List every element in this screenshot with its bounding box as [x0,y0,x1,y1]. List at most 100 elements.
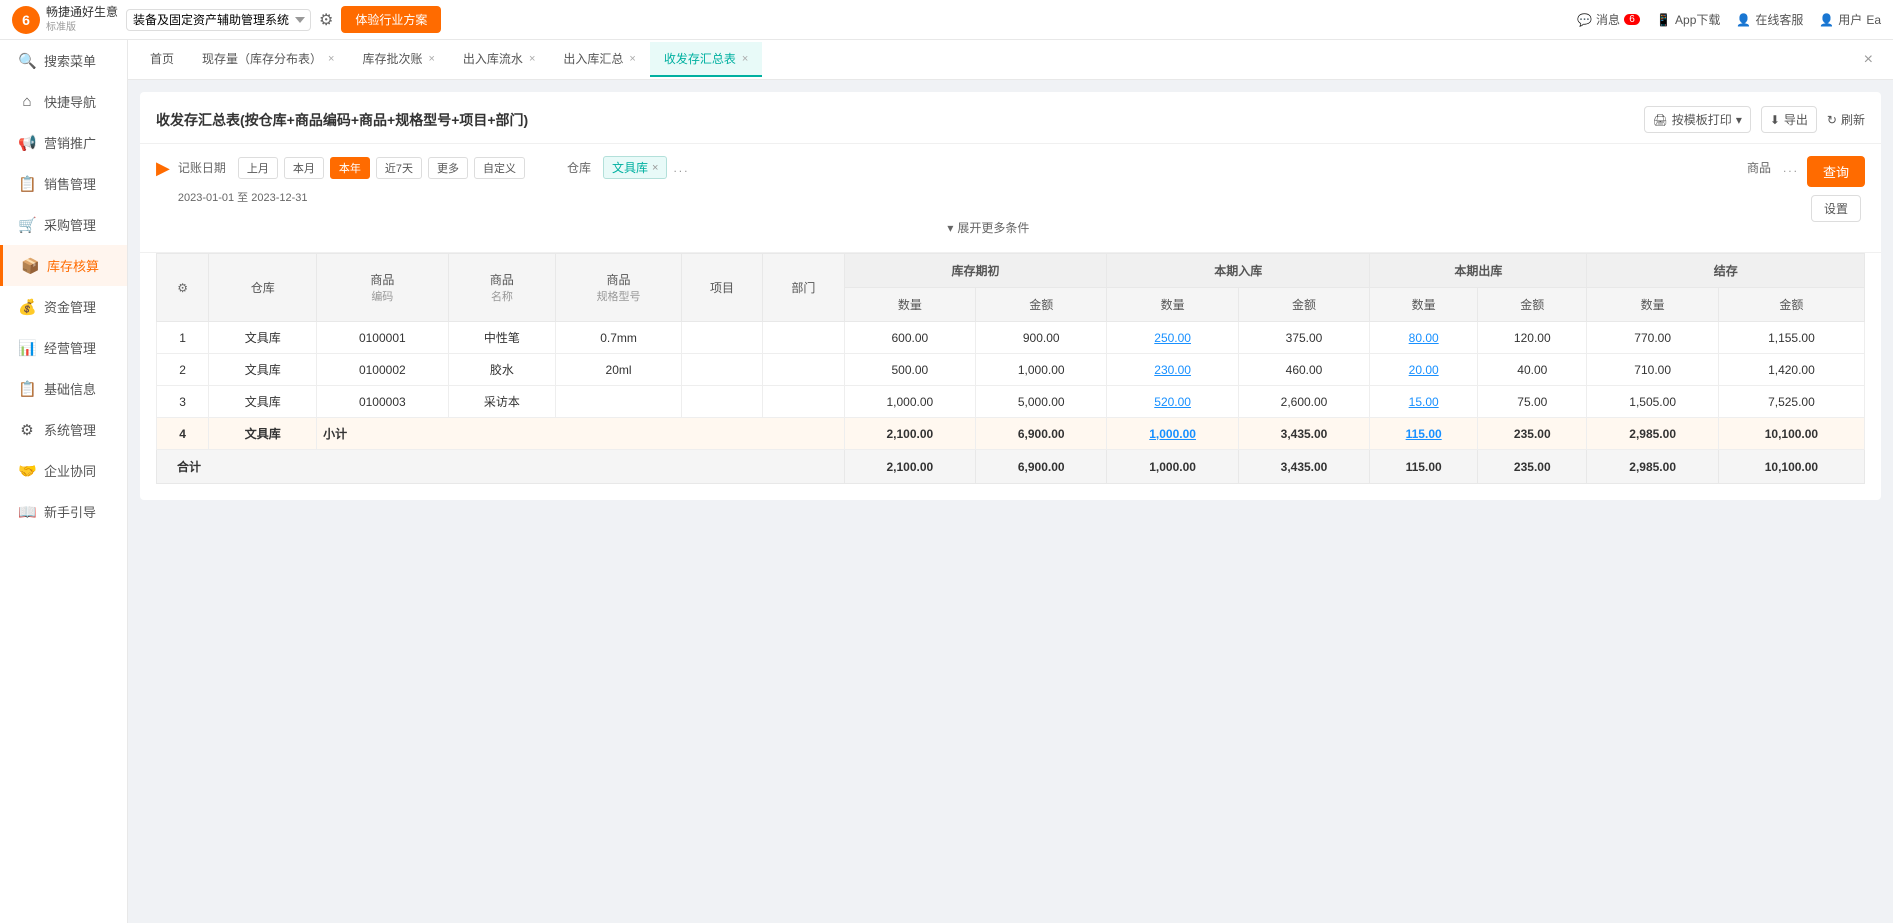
subtotal-out-qty[interactable]: 115.00 [1370,418,1478,450]
export-button[interactable]: ⬇ 导出 [1761,106,1817,133]
date-btn-last-month[interactable]: 上月 [238,157,278,179]
logo-text: 畅捷通好生意 标准版 [46,5,118,34]
filter-row-2: 2023-01-01 至 2023-12-31 [178,187,1799,205]
out-qty-header: 数量 [1370,288,1478,322]
settings-icon[interactable]: ⚙ [319,10,333,30]
date-btn-this-year[interactable]: 本年 [330,157,370,179]
expand-conditions-button[interactable]: ▾ 展开更多条件 [937,215,1039,240]
date-btn-custom[interactable]: 自定义 [474,157,525,179]
tab-close-recv-send-summary[interactable]: × [742,53,748,65]
expand-toggle[interactable]: ▶ [156,158,170,179]
row-goods-code: 0100002 [317,354,448,386]
row-open-qty: 1,000.00 [844,386,975,418]
sidebar-item-operations[interactable]: 📊 经营管理 [0,327,127,368]
sidebar-item-quick-nav[interactable]: ⌂ 快捷导航 [0,81,127,122]
row-goods-code: 0100003 [317,386,448,418]
row-out-qty[interactable]: 80.00 [1370,322,1478,354]
tab-label: 现存量（库存分布表） [202,50,322,67]
tab-home[interactable]: 首页 [136,42,188,77]
warehouse-dots[interactable]: ... [673,161,689,175]
tab-label: 出入库流水 [463,50,523,67]
query-button[interactable]: 查询 [1807,156,1865,187]
col-project: 项目 [681,254,762,322]
col-in-group: 本期入库 [1107,254,1370,288]
tab-home-label: 首页 [150,50,174,67]
sidebar-item-finance[interactable]: 💰 资金管理 [0,286,127,327]
tab-in-out-flow[interactable]: 出入库流水 × [449,42,549,77]
row-out-qty[interactable]: 15.00 [1370,386,1478,418]
close-all-tabs[interactable]: × [1852,51,1885,69]
sidebar-item-sales[interactable]: 📋 销售管理 [0,163,127,204]
row-out-qty[interactable]: 20.00 [1370,354,1478,386]
row-warehouse: 文具库 [209,386,317,418]
goods-dots[interactable]: ... [1783,161,1799,175]
sidebar-item-guide[interactable]: 📖 新手引导 [0,491,127,532]
row-in-qty[interactable]: 250.00 [1107,322,1238,354]
tab-close-batch-ledger[interactable]: × [428,53,434,65]
system-select[interactable]: 装备及固定资产辅助管理系统 [126,9,311,31]
warehouse-tag[interactable]: 文具库 × [603,156,667,179]
set-button[interactable]: 设置 [1811,195,1861,222]
sidebar-item-inventory[interactable]: 📦 库存核算 [0,245,127,286]
message-item[interactable]: 💬 消息 6 [1577,11,1640,28]
sidebar-item-enterprise[interactable]: 🤝 企业协同 [0,450,127,491]
experience-button[interactable]: 体验行业方案 [341,6,441,33]
tab-close-in-out-summary[interactable]: × [629,53,635,65]
chevron-down-icon: ▾ [947,221,953,235]
row-close-amt: 1,155.00 [1718,322,1864,354]
filter-row-1: 记账日期 上月 本月 本年 近7天 更多 自定义 仓库 [178,156,1799,179]
subtotal-close-amt: 10,100.00 [1718,418,1864,450]
sidebar-item-label: 采购管理 [44,215,96,234]
print-button[interactable]: 🖨 按模板打印 ▾ [1644,106,1751,133]
online-service-item[interactable]: 👤 在线客服 [1736,11,1803,28]
warehouse-tag-area: 文具库 × ... [603,156,1715,179]
date-range: 2023-01-01 至 2023-12-31 [178,189,308,205]
phone-icon: 📱 [1656,13,1671,27]
sidebar-item-marketing[interactable]: 📢 营销推广 [0,122,127,163]
user-item[interactable]: 👤 用户 Ea [1819,11,1881,28]
date-btn-7days[interactable]: 近7天 [376,157,422,179]
tab-inventory-dist[interactable]: 现存量（库存分布表） × [188,42,348,77]
in-amt-header: 金额 [1238,288,1369,322]
app-download-item[interactable]: 📱 App下载 [1656,11,1720,28]
date-btn-this-month[interactable]: 本月 [284,157,324,179]
row-in-qty[interactable]: 230.00 [1107,354,1238,386]
subtotal-warehouse: 文具库 [209,418,317,450]
refresh-icon: ↻ [1827,113,1837,127]
sidebar-item-search[interactable]: 🔍 搜索菜单 [0,40,127,81]
tab-in-out-summary[interactable]: 出入库汇总 × [549,42,649,77]
sidebar-item-system[interactable]: ⚙ 系统管理 [0,409,127,450]
row-in-amt: 2,600.00 [1238,386,1369,418]
sidebar-item-basic-info[interactable]: 📋 基础信息 [0,368,127,409]
message-icon: 💬 [1577,13,1592,27]
row-in-amt: 375.00 [1238,322,1369,354]
tab-close-inventory-dist[interactable]: × [328,53,334,65]
subtotal-in-qty[interactable]: 1,000.00 [1107,418,1238,450]
total-close-amt: 10,100.00 [1718,450,1864,484]
service-icon: 👤 [1736,13,1751,27]
warehouse-tag-close[interactable]: × [652,162,658,174]
page-header: 收发存汇总表(按仓库+商品编码+商品+规格型号+项目+部门) 🖨 按模板打印 ▾… [140,92,1881,144]
row-in-qty[interactable]: 520.00 [1107,386,1238,418]
total-out-amt: 235.00 [1478,450,1587,484]
tab-batch-ledger[interactable]: 库存批次账 × [348,42,448,77]
tab-recv-send-summary[interactable]: 收发存汇总表 × [650,42,762,77]
system-icon: ⚙ [18,421,36,439]
row-project [681,354,762,386]
row-goods-name: 中性笔 [448,322,556,354]
total-open-qty: 2,100.00 [844,450,975,484]
date-btn-more[interactable]: 更多 [428,157,468,179]
sidebar: 🔍 搜索菜单 ⌂ 快捷导航 📢 营销推广 📋 销售管理 🛒 采购管理 📦 [0,40,128,923]
page-title: 收发存汇总表(按仓库+商品编码+商品+规格型号+项目+部门) [156,110,528,130]
row-open-qty: 500.00 [844,354,975,386]
total-in-qty: 1,000.00 [1107,450,1238,484]
refresh-button[interactable]: ↻ 刷新 [1827,111,1865,128]
table-settings-icon[interactable]: ⚙ [157,254,209,322]
enterprise-icon: 🤝 [18,462,36,480]
col-goods-spec: 商品规格型号 [556,254,681,322]
tab-label: 收发存汇总表 [664,50,736,67]
basic-info-icon: 📋 [18,380,36,398]
sidebar-item-purchase[interactable]: 🛒 采购管理 [0,204,127,245]
sidebar-item-label: 搜索菜单 [44,51,96,70]
tab-close-in-out-flow[interactable]: × [529,53,535,65]
